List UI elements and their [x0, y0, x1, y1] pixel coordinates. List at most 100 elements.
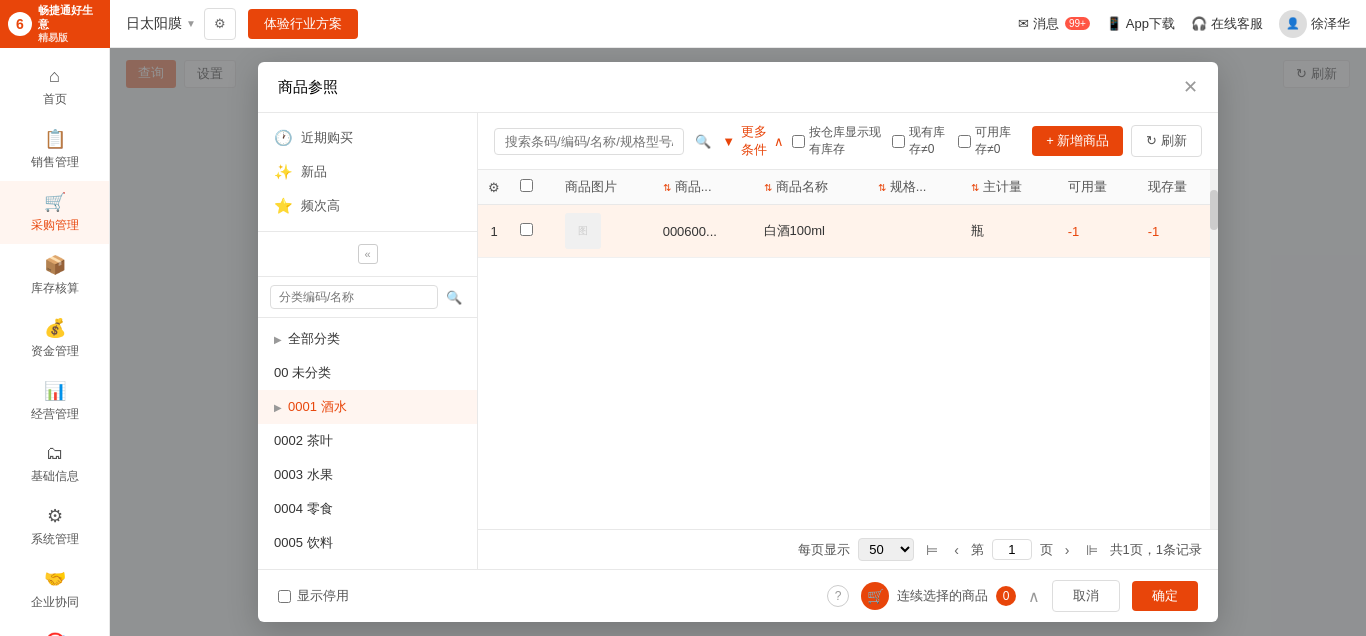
product-reference-modal: 商品参照 ✕ 🕐 近期购买 ✨ 新: [258, 62, 1218, 622]
next-page-btn[interactable]: ›: [1061, 540, 1074, 560]
settings-icon[interactable]: ⚙: [204, 8, 236, 40]
table-row[interactable]: 1 图 000600... 白酒100ml: [478, 205, 1218, 258]
cat-item-tea[interactable]: 0002 茶叶: [258, 424, 477, 458]
checkbox-warehouse[interactable]: 按仓库显示现有库存: [792, 124, 885, 158]
trial-btn[interactable]: 体验行业方案: [248, 9, 358, 39]
table-scroll[interactable]: ⚙ 商品图片 ⇅商品... ⇅商品名称 ⇅规格... ⇅主计量 可用量: [478, 170, 1218, 258]
messages-btn[interactable]: ✉ 消息 99+: [1018, 15, 1090, 33]
cat-item-beverage[interactable]: 0005 饮料: [258, 526, 477, 560]
prev-page-btn[interactable]: ‹: [950, 540, 963, 560]
per-page-select[interactable]: 50 10 20 100: [858, 538, 914, 561]
online-service-btn[interactable]: 🎧 在线客服: [1191, 15, 1263, 33]
arrow-icon: ▶: [274, 334, 282, 345]
collapse-arrow-icon[interactable]: ∧: [1028, 587, 1040, 606]
right-panel: 🔍 ▼ 更多条件 ∧ 按仓库显示现有库存: [478, 113, 1218, 569]
main-layout: ⌂ 首页 📋 销售管理 🛒 采购管理 📦 库存核算 💰 资金管理 📊 经营管理 …: [0, 48, 1366, 636]
modal-close-icon[interactable]: ✕: [1183, 76, 1198, 98]
sales-icon: 📋: [44, 128, 66, 150]
modal-title: 商品参照: [278, 78, 338, 97]
category-search-row: 🔍: [258, 277, 477, 318]
confirm-btn[interactable]: 确定: [1132, 581, 1198, 611]
guide-icon: 🎯: [44, 631, 66, 636]
category-search-input[interactable]: [270, 285, 438, 309]
col-checkbox: [510, 170, 555, 205]
purchase-icon: 🛒: [44, 191, 66, 213]
content-area: 查询 设置 ↻ 刷新 商品参照 ✕: [110, 48, 1366, 636]
per-page-label: 每页显示: [798, 541, 850, 559]
tab-high-frequency[interactable]: ⭐ 频次高: [258, 189, 477, 223]
sidebar-item-basic-info[interactable]: 🗂 基础信息: [0, 433, 109, 495]
category-search-btn[interactable]: 🔍: [442, 285, 465, 309]
cart-icon[interactable]: 🛒: [861, 582, 889, 610]
cat-item-all[interactable]: ▶ 全部分类: [258, 322, 477, 356]
cat-item-fruit[interactable]: 0003 水果: [258, 458, 477, 492]
modal-footer: 显示停用 ? 🛒 连续选择的商品 0 ∧ 取消 确定: [258, 569, 1218, 622]
sidebar-item-guide[interactable]: 🎯 新手引导: [0, 621, 109, 636]
sidebar-item-purchase[interactable]: 🛒 采购管理: [0, 181, 109, 244]
row-checkbox[interactable]: [520, 223, 533, 236]
sidebar-item-system[interactable]: ⚙ 系统管理: [0, 495, 109, 558]
sidebar-item-enterprise[interactable]: 🤝 企业协同: [0, 558, 109, 621]
top-nav: 6 畅捷通好生意 精易版 日太阳膜 ▼ ⚙ 体验行业方案 ✉ 消息 99+ 📱 …: [0, 0, 1366, 48]
headset-icon: 🎧: [1191, 16, 1207, 31]
refresh-btn[interactable]: ↻ 刷新: [1131, 125, 1202, 157]
cancel-btn[interactable]: 取消: [1052, 580, 1120, 612]
stock-nonzero-checkbox[interactable]: [892, 135, 905, 148]
row-name-cell: 白酒100ml: [754, 205, 868, 258]
select-all-checkbox[interactable]: [520, 179, 533, 192]
pagination-bar: 每页显示 50 10 20 100 ⊨ ‹ 第 页: [478, 529, 1218, 569]
product-search-btn[interactable]: 🔍: [692, 126, 714, 156]
tab-new-products[interactable]: ✨ 新品: [258, 155, 477, 189]
cat-item-liquor[interactable]: ▶ 0001 酒水: [258, 390, 477, 424]
col-settings[interactable]: ⚙: [478, 170, 510, 205]
new-icon: ✨: [274, 163, 293, 181]
message-badge: 99+: [1065, 17, 1090, 30]
row-stock-cell: -1: [1138, 205, 1218, 258]
page-input[interactable]: [992, 539, 1032, 560]
filter-icon: ▼: [722, 134, 735, 149]
inventory-icon: 📦: [44, 254, 66, 276]
app-download-btn[interactable]: 📱 App下载: [1106, 15, 1175, 33]
show-disabled-label[interactable]: 显示停用: [278, 587, 349, 605]
enterprise-icon: 🤝: [44, 568, 66, 590]
company-dropdown[interactable]: 日太阳膜 ▼: [126, 15, 196, 33]
nav-right: ✉ 消息 99+ 📱 App下载 🎧 在线客服 👤 徐泽华: [1018, 10, 1350, 38]
filter-btn[interactable]: ▼ 更多条件 ∧: [722, 123, 783, 159]
sidebar-item-business[interactable]: 📊 经营管理: [0, 370, 109, 433]
collapse-btn[interactable]: «: [358, 244, 378, 264]
left-panel: 🕐 近期购买 ✨ 新品 ⭐ 频次高: [258, 113, 478, 569]
business-icon: 📊: [44, 380, 66, 402]
cat-item-snack[interactable]: 0004 零食: [258, 492, 477, 526]
available-nonzero-checkbox[interactable]: [958, 135, 971, 148]
show-disabled-checkbox[interactable]: [278, 590, 291, 603]
scrollbar[interactable]: [1210, 170, 1218, 529]
col-unit-header: ⇅主计量: [961, 170, 1057, 205]
checkbox-available-nonzero[interactable]: 可用库存≠0: [958, 124, 1016, 158]
freq-icon: ⭐: [274, 197, 293, 215]
add-product-btn[interactable]: + 新增商品: [1032, 126, 1123, 156]
tab-recent-purchase[interactable]: 🕐 近期购买: [258, 121, 477, 155]
product-search-input[interactable]: [494, 128, 684, 155]
sidebar: ⌂ 首页 📋 销售管理 🛒 采购管理 📦 库存核算 💰 资金管理 📊 经营管理 …: [0, 48, 110, 636]
col-spec-header: ⇅规格...: [868, 170, 962, 205]
total-info: 共1页，1条记录: [1110, 541, 1202, 559]
sidebar-item-sales[interactable]: 📋 销售管理: [0, 118, 109, 181]
sidebar-item-inventory[interactable]: 📦 库存核算: [0, 244, 109, 307]
sidebar-item-home[interactable]: ⌂ 首页: [0, 56, 109, 118]
help-icon[interactable]: ?: [827, 585, 849, 607]
last-page-btn[interactable]: ⊫: [1082, 540, 1102, 560]
cat-item-uncategorized[interactable]: 00 未分类: [258, 356, 477, 390]
table-area: ⚙ 商品图片 ⇅商品... ⇅商品名称 ⇅规格... ⇅主计量 可用量: [478, 170, 1218, 529]
row-code-cell: 000600...: [653, 205, 754, 258]
checkbox-stock-nonzero[interactable]: 现有库存≠0: [892, 124, 950, 158]
user-menu[interactable]: 👤 徐泽华: [1279, 10, 1350, 38]
first-page-btn[interactable]: ⊨: [922, 540, 942, 560]
cat-item-water[interactable]: 0008 水: [258, 560, 477, 569]
warehouse-checkbox[interactable]: [792, 135, 805, 148]
arrow-active-icon: ▶: [274, 402, 282, 413]
sidebar-item-finance[interactable]: 💰 资金管理: [0, 307, 109, 370]
modal-body: 🕐 近期购买 ✨ 新品 ⭐ 频次高: [258, 113, 1218, 569]
col-stock-header: 现存量: [1138, 170, 1218, 205]
scrollbar-thumb[interactable]: [1210, 190, 1218, 230]
modal-overlay: 商品参照 ✕ 🕐 近期购买 ✨ 新: [110, 48, 1366, 636]
